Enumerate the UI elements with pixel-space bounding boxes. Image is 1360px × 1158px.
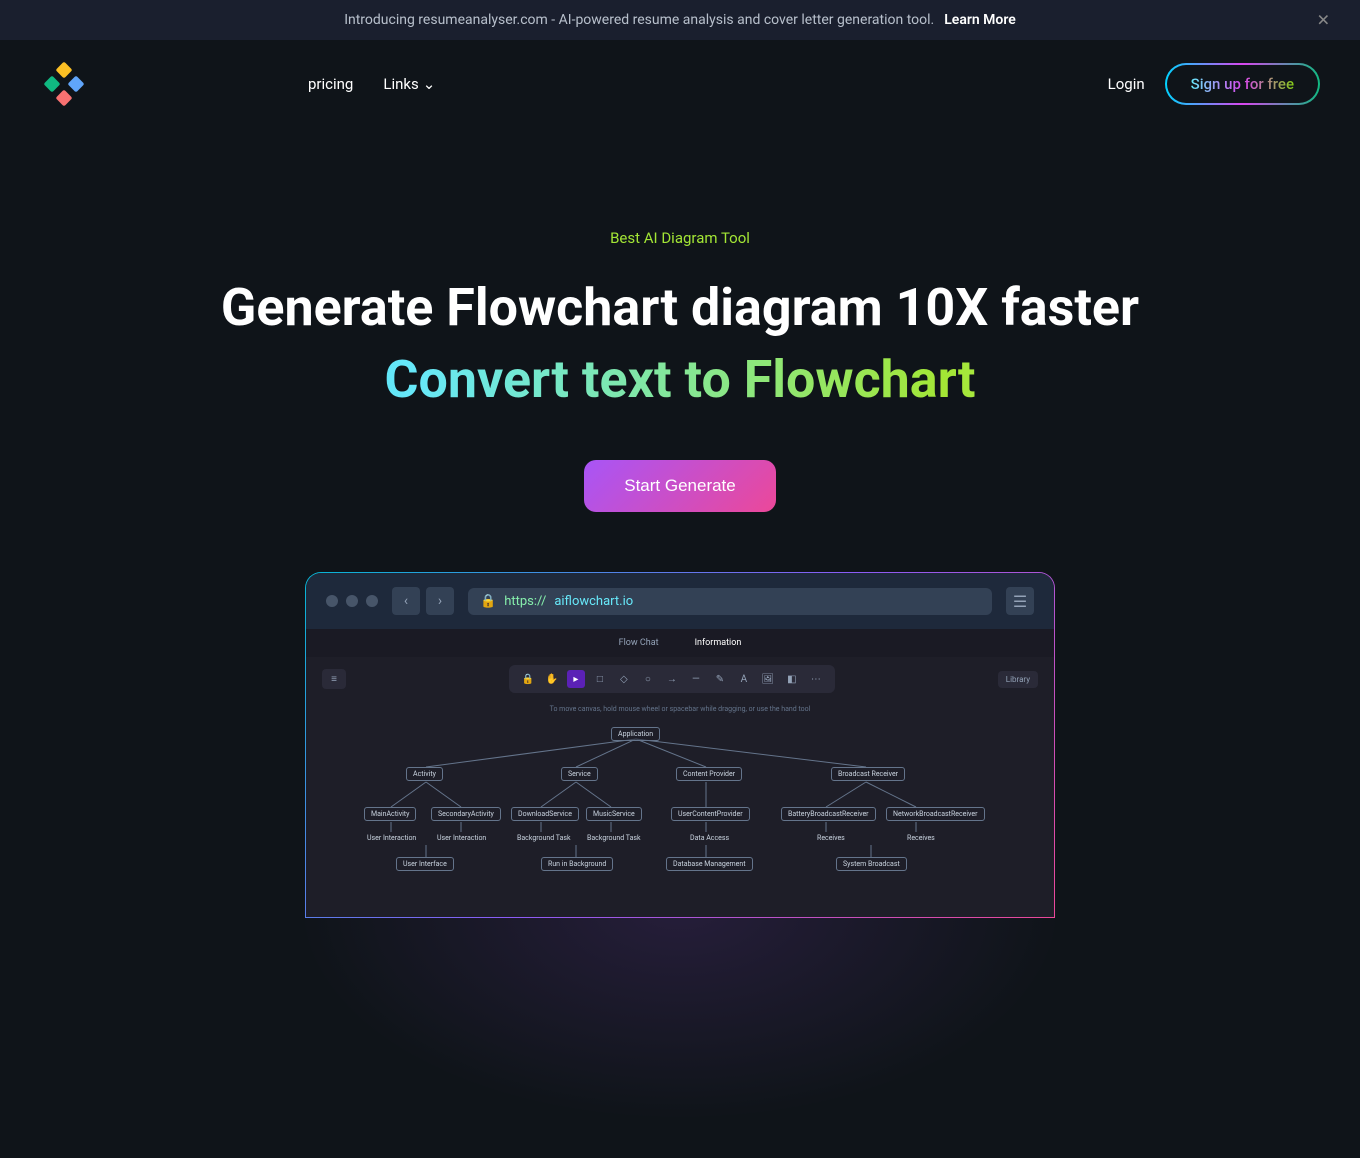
node-run-background[interactable]: Run in Background: [541, 857, 613, 871]
node-main-activity[interactable]: MainActivity: [364, 807, 416, 821]
node-user-interface[interactable]: User Interface: [396, 857, 454, 871]
library-button[interactable]: Library: [998, 671, 1038, 688]
node-download-service[interactable]: DownloadService: [511, 807, 579, 821]
canvas-hint: To move canvas, hold mouse wheel or spac…: [306, 701, 1054, 717]
line-tool-icon[interactable]: —: [687, 670, 705, 688]
announcement-bar: Introducing resumeanalyser.com - AI-powe…: [0, 0, 1360, 40]
node-content-provider[interactable]: Content Provider: [676, 767, 742, 781]
text-tool-icon[interactable]: A: [735, 670, 753, 688]
logo[interactable]: [40, 60, 88, 108]
lock-tool-icon[interactable]: 🔒: [519, 670, 537, 688]
app-tabs: Flow Chat Information: [306, 629, 1054, 657]
node-background-task[interactable]: Background Task: [511, 832, 577, 844]
node-user-interaction2[interactable]: User Interaction: [431, 832, 492, 844]
circle-tool-icon[interactable]: ○: [639, 670, 657, 688]
nav-links: pricing Links ⌄: [308, 75, 435, 93]
signup-label: Sign up for free: [1191, 75, 1294, 93]
start-generate-button[interactable]: Start Generate: [584, 460, 776, 512]
hero-title: Generate Flowchart diagram 10X faster: [20, 277, 1340, 339]
browser-bar: ‹ › 🔒 https:// aiflowchart.io ☰: [306, 573, 1054, 629]
login-link[interactable]: Login: [1108, 75, 1145, 93]
settings-icon[interactable]: ☰: [1006, 587, 1034, 615]
node-service[interactable]: Service: [561, 767, 598, 781]
menu-icon[interactable]: ≡: [322, 669, 346, 689]
hero-subtitle: Convert text to Flowchart: [20, 349, 1340, 410]
browser-dot-yellow: [346, 595, 358, 607]
node-application[interactable]: Application: [611, 727, 660, 741]
node-activity[interactable]: Activity: [406, 767, 443, 781]
url-bar[interactable]: 🔒 https:// aiflowchart.io: [468, 588, 992, 615]
node-user-content-provider[interactable]: UserContentProvider: [671, 807, 750, 821]
navbar: pricing Links ⌄ Login Sign up for free: [0, 40, 1360, 128]
back-arrow-icon[interactable]: ‹: [392, 587, 420, 615]
node-receives2[interactable]: Receives: [901, 832, 941, 844]
node-system-broadcast[interactable]: System Broadcast: [836, 857, 907, 871]
announcement-text: Introducing resumeanalyser.com - AI-powe…: [344, 12, 934, 28]
nav-right: Login Sign up for free: [1108, 63, 1320, 105]
node-user-interaction[interactable]: User Interaction: [361, 832, 422, 844]
node-background-task2[interactable]: Background Task: [581, 832, 647, 844]
tab-information[interactable]: Information: [687, 635, 750, 651]
browser-dots: [326, 595, 378, 607]
more-tool-icon[interactable]: ⋯: [807, 670, 825, 688]
arrow-tool-icon[interactable]: →: [663, 670, 681, 688]
pointer-tool-icon[interactable]: ▸: [567, 670, 585, 688]
chevron-down-icon: ⌄: [423, 75, 436, 93]
demo-container: ‹ › 🔒 https:// aiflowchart.io ☰ Flow Chat…: [285, 572, 1075, 918]
tool-palette: 🔒 ✋ ▸ □ ◇ ○ → — ✎ A 🖼 ◧ ⋯: [509, 665, 835, 693]
hero-section: Best AI Diagram Tool Generate Flowchart …: [0, 128, 1360, 958]
close-icon[interactable]: ✕: [1317, 11, 1330, 30]
nav-links-dropdown[interactable]: Links ⌄: [383, 75, 435, 93]
node-battery-receiver[interactable]: BatteryBroadcastReceiver: [781, 807, 876, 821]
image-tool-icon[interactable]: 🖼: [759, 670, 777, 688]
forward-arrow-icon[interactable]: ›: [426, 587, 454, 615]
rectangle-tool-icon[interactable]: □: [591, 670, 609, 688]
logo-icon: [40, 60, 88, 108]
node-secondary-activity[interactable]: SecondaryActivity: [431, 807, 501, 821]
canvas[interactable]: Application Activity Service Content Pro…: [306, 717, 1054, 917]
node-broadcast-receiver[interactable]: Broadcast Receiver: [831, 767, 905, 781]
toolbar: ≡ 🔒 ✋ ▸ □ ◇ ○ → — ✎ A 🖼 ◧ ⋯: [306, 657, 1054, 701]
node-database-management[interactable]: Database Management: [666, 857, 753, 871]
pen-tool-icon[interactable]: ✎: [711, 670, 729, 688]
browser-dot-red: [326, 595, 338, 607]
node-data-access[interactable]: Data Access: [684, 832, 735, 844]
diamond-tool-icon[interactable]: ◇: [615, 670, 633, 688]
browser-dot-green: [366, 595, 378, 607]
nav-links-label: Links: [383, 75, 418, 93]
signup-button[interactable]: Sign up for free: [1165, 63, 1320, 105]
lock-icon: 🔒: [480, 594, 496, 609]
node-receives[interactable]: Receives: [811, 832, 851, 844]
tab-flow-chat[interactable]: Flow Chat: [611, 635, 667, 651]
hero-tag: Best AI Diagram Tool: [610, 229, 750, 247]
demo-frame: ‹ › 🔒 https:// aiflowchart.io ☰ Flow Chat…: [305, 572, 1055, 918]
node-music-service[interactable]: MusicService: [586, 807, 642, 821]
node-network-receiver[interactable]: NetworkBroadcastReceiver: [886, 807, 985, 821]
learn-more-link[interactable]: Learn More: [944, 12, 1016, 28]
app-interface: Flow Chat Information ≡ 🔒 ✋ ▸ □ ◇ ○ → —: [306, 629, 1054, 917]
browser-nav: ‹ ›: [392, 587, 454, 615]
url-protocol: https://: [504, 594, 546, 609]
nav-pricing[interactable]: pricing: [308, 75, 353, 93]
hand-tool-icon[interactable]: ✋: [543, 670, 561, 688]
url-domain: aiflowchart.io: [554, 594, 633, 609]
eraser-tool-icon[interactable]: ◧: [783, 670, 801, 688]
